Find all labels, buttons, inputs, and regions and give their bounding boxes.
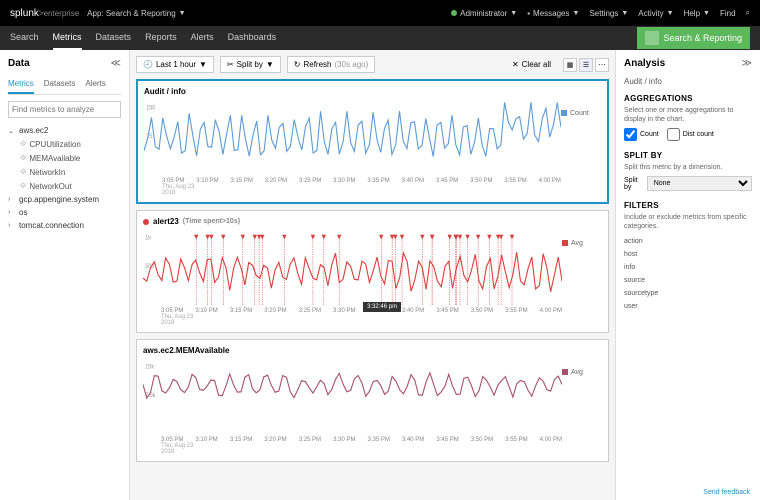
filter-user[interactable]: user xyxy=(624,300,752,313)
chart-card[interactable]: alert23(Time spent>10s)1k500Avg3:05 PM3:… xyxy=(136,210,609,333)
splitby-heading: SPLIT BY xyxy=(624,151,752,160)
analysis-title: Analysis xyxy=(624,58,665,69)
admin-menu[interactable]: Administrator▼ xyxy=(451,9,517,18)
app-navbar: Search Metrics Datasets Reports Alerts Dashbo… xyxy=(0,26,760,50)
sidebar-title: Data xyxy=(8,58,30,69)
collapse-sidebar-icon[interactable]: ≪ xyxy=(111,58,121,69)
filter-source[interactable]: source xyxy=(624,274,752,287)
nav-alerts[interactable]: Alerts xyxy=(191,26,214,50)
nav-dashboards[interactable]: Dashboards xyxy=(228,26,277,50)
messages-menu[interactable]: ▪ Messages▼ xyxy=(527,9,579,18)
filters-heading: FILTERS xyxy=(624,201,752,210)
tree-item[interactable]: ⌄aws.ec2 xyxy=(8,124,121,137)
svg-text:15k: 15k xyxy=(145,364,154,370)
metrics-search-input[interactable] xyxy=(8,101,121,118)
chart-svg: 1k500 xyxy=(143,230,562,306)
charts-area: 🕘 Last 1 hour ▼ ✂ Split by ▼ ↻ Refresh (… xyxy=(130,50,615,500)
app-brand[interactable]: Search & Reporting xyxy=(637,27,750,49)
filter-host[interactable]: host xyxy=(624,248,752,261)
chart-legend: Count xyxy=(561,100,601,176)
send-feedback-link[interactable]: Send feedback xyxy=(703,489,750,496)
tree-item-child[interactable]: ⟐ NetworkIn xyxy=(8,165,121,179)
help-menu[interactable]: Help▼ xyxy=(684,9,710,18)
search-icon[interactable]: ⌕ xyxy=(746,8,750,18)
svg-text:1k: 1k xyxy=(145,235,151,241)
chart-tooltip: 3:32:46 pm xyxy=(363,302,401,312)
sidebar-tab-alerts[interactable]: Alerts xyxy=(85,75,105,94)
alert-dot-icon xyxy=(143,219,149,225)
tree-item-child[interactable]: ⟐ MEMAvailable xyxy=(8,151,121,165)
sidebar-tab-metrics[interactable]: Metrics xyxy=(8,75,34,94)
analysis-panel: Analysis ≫ Audit / info AGGREGATIONS Sel… xyxy=(615,50,760,500)
app-brand-icon xyxy=(645,31,659,45)
tree-item[interactable]: ›tomcat.connection xyxy=(8,219,121,232)
sidebar-tab-datasets[interactable]: Datasets xyxy=(44,75,76,94)
nav-reports[interactable]: Reports xyxy=(145,26,177,50)
chart-card[interactable]: Audit / info15075Count3:05 PM3:10 PM3:15… xyxy=(136,79,609,204)
brand: splunk>enterprise xyxy=(10,8,79,19)
find-button[interactable]: Find xyxy=(720,9,736,18)
tree-item-child[interactable]: ⟐ NetworkOut xyxy=(8,179,121,193)
tree-item-child[interactable]: ⟐ CPUUtilization xyxy=(8,137,121,151)
aggregations-heading: AGGREGATIONS xyxy=(624,94,752,103)
chart-legend: Avg xyxy=(562,230,602,306)
activity-menu[interactable]: Activity▼ xyxy=(638,9,673,18)
splitby-select[interactable]: None xyxy=(647,176,752,191)
chart-title: aws.ec2.MEMAvailable xyxy=(143,346,602,355)
tree-item[interactable]: ›os xyxy=(8,206,121,219)
chart-svg: 15075 xyxy=(144,100,561,176)
chart-svg: 15k7.5k xyxy=(143,359,562,435)
nav-search[interactable]: Search xyxy=(10,26,39,50)
filter-info[interactable]: info xyxy=(624,261,752,274)
agg-count-checkbox[interactable]: Count xyxy=(624,128,659,141)
view-list-icon[interactable]: ☰ xyxy=(579,58,593,72)
app-switcher[interactable]: App: Search & Reporting▼ xyxy=(87,9,185,18)
agg-distcount-checkbox[interactable]: Dist count xyxy=(667,128,714,141)
split-by-button[interactable]: ✂ Split by ▼ xyxy=(220,56,281,73)
analysis-metric-path: Audit / info xyxy=(624,77,752,86)
view-more-icon[interactable]: ⋯ xyxy=(595,58,609,72)
chart-card[interactable]: aws.ec2.MEMAvailable15k7.5kAvg3:05 PM3:1… xyxy=(136,339,609,462)
nav-datasets[interactable]: Datasets xyxy=(96,26,132,50)
view-grid-icon[interactable]: ▦ xyxy=(563,58,577,72)
tree-item[interactable]: ›gcp.appengine.system xyxy=(8,193,121,206)
charts-toolbar: 🕘 Last 1 hour ▼ ✂ Split by ▼ ↻ Refresh (… xyxy=(136,56,609,73)
time-range-picker[interactable]: 🕘 Last 1 hour ▼ xyxy=(136,56,214,73)
chart-title: Audit / info xyxy=(144,87,601,96)
settings-menu[interactable]: Settings▼ xyxy=(589,9,628,18)
refresh-button[interactable]: ↻ Refresh (30s ago) xyxy=(287,56,376,73)
filter-sourcetype[interactable]: sourcetype xyxy=(624,287,752,300)
collapse-analysis-icon[interactable]: ≫ xyxy=(742,58,752,69)
svg-text:150: 150 xyxy=(146,105,155,111)
status-dot-icon xyxy=(451,10,457,16)
nav-metrics[interactable]: Metrics xyxy=(53,26,82,50)
filter-action[interactable]: action xyxy=(624,235,752,248)
chart-legend: Avg xyxy=(562,359,602,435)
data-sidebar: Data ≪ Metrics Datasets Alerts ⌄aws.ec2⟐ C… xyxy=(0,50,130,500)
clear-all-button[interactable]: ✕ Clear all xyxy=(506,57,557,72)
chart-title: alert23(Time spent>10s) xyxy=(143,217,602,226)
global-topbar: splunk>enterprise App: Search & Reportin… xyxy=(0,0,760,26)
